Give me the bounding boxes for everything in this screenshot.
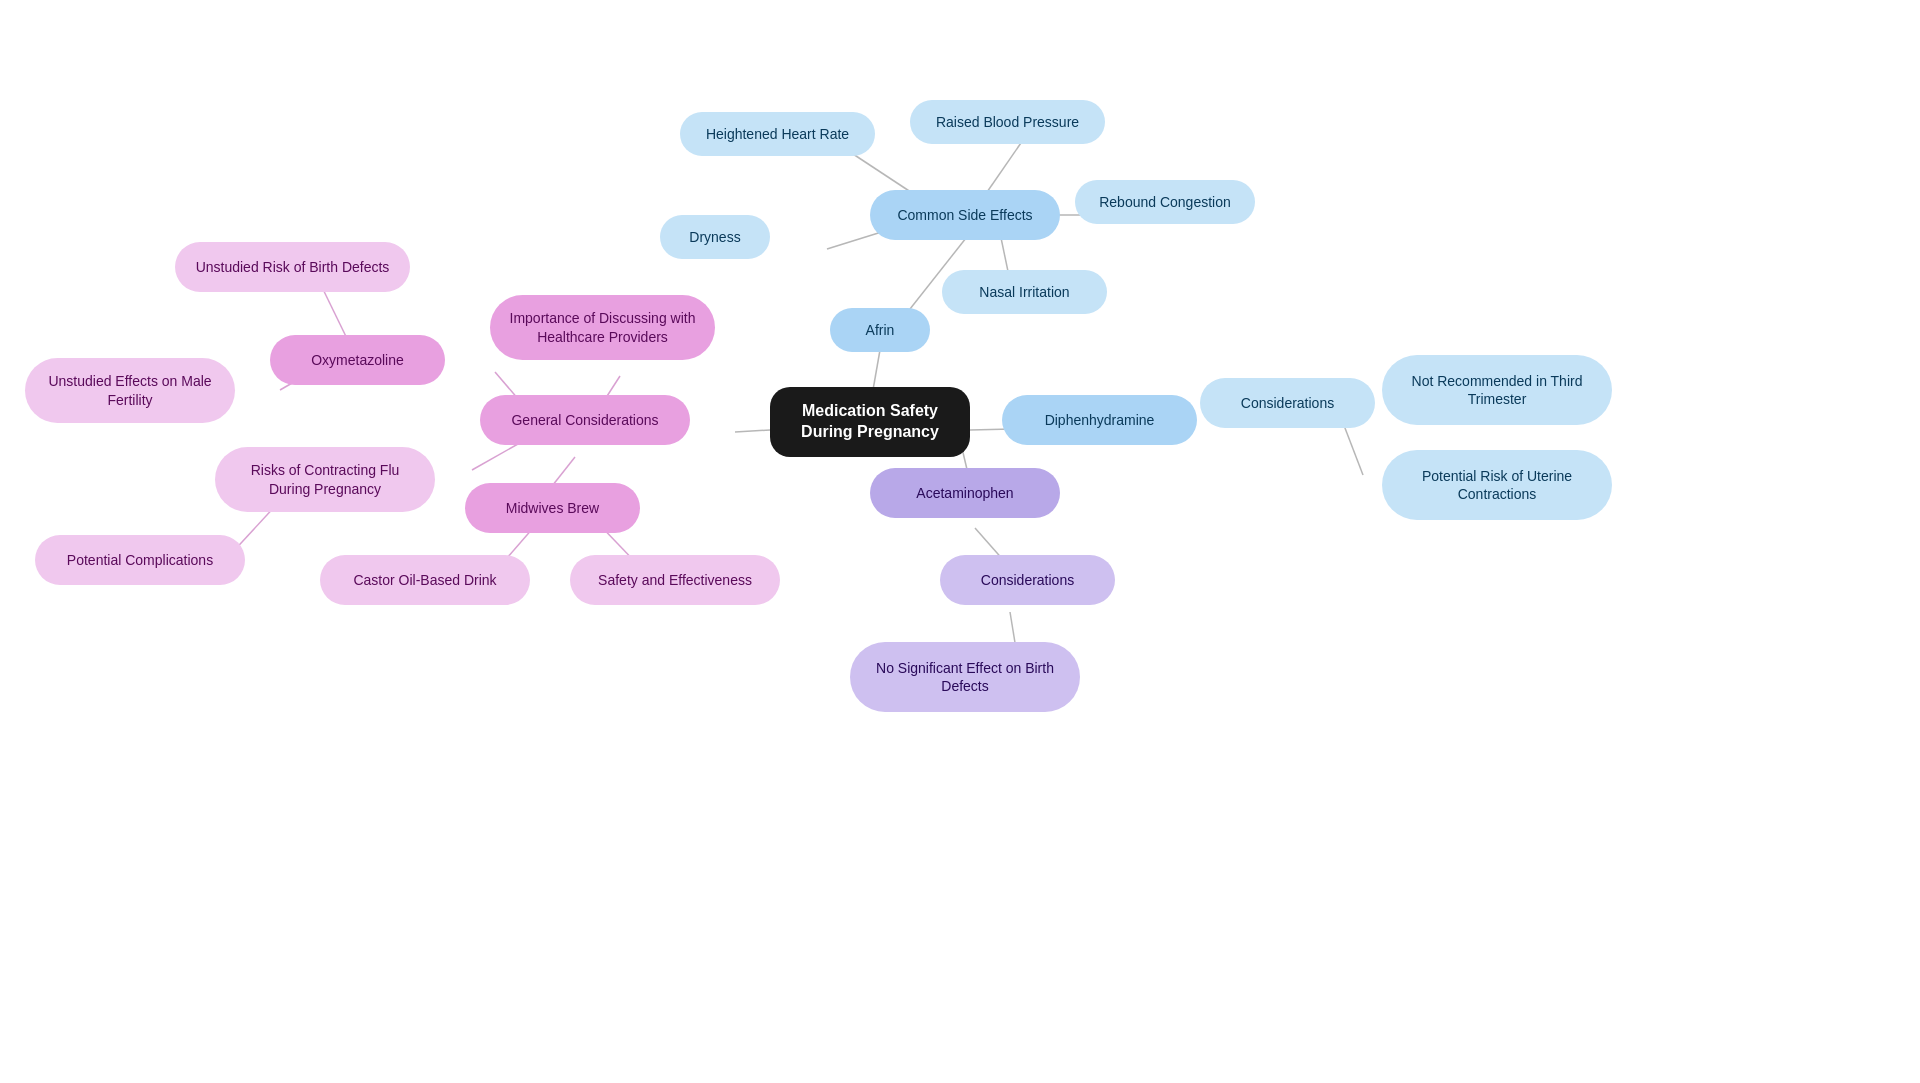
common-side-effects-label: Common Side Effects — [897, 206, 1032, 224]
diphenhydramine-label: Diphenhydramine — [1045, 411, 1155, 429]
unstudied-risk-birth-node: Unstudied Risk of Birth Defects — [175, 242, 410, 292]
potential-risk-uterine-node: Potential Risk of Uterine Contractions — [1382, 450, 1612, 520]
safety-effectiveness-label: Safety and Effectiveness — [598, 571, 752, 589]
mind-map-connections — [0, 0, 1920, 1083]
unstudied-male-fertility-node: Unstudied Effects on Male Fertility — [25, 358, 235, 423]
center-label: Medication Safety During Pregnancy — [788, 401, 952, 443]
potential-complications-node: Potential Complications — [35, 535, 245, 585]
unstudied-risk-birth-label: Unstudied Risk of Birth Defects — [196, 258, 390, 276]
considerations-acetaminophen-label: Considerations — [981, 571, 1074, 589]
importance-discussing-label: Importance of Discussing with Healthcare… — [508, 309, 697, 345]
nasal-irritation-label: Nasal Irritation — [979, 283, 1069, 301]
raised-blood-pressure-node: Raised Blood Pressure — [910, 100, 1105, 144]
nasal-irritation-node: Nasal Irritation — [942, 270, 1107, 314]
midwives-brew-node: Midwives Brew — [465, 483, 640, 533]
risks-contracting-node: Risks of Contracting Flu During Pregnanc… — [215, 447, 435, 512]
not-recommended-node: Not Recommended in Third Trimester — [1382, 355, 1612, 425]
no-significant-node: No Significant Effect on Birth Defects — [850, 642, 1080, 712]
considerations-diphenhydramine-node: Considerations — [1200, 378, 1375, 428]
castor-oil-node: Castor Oil-Based Drink — [320, 555, 530, 605]
no-significant-label: No Significant Effect on Birth Defects — [868, 659, 1062, 695]
svg-line-6 — [985, 140, 1023, 195]
general-considerations-node: General Considerations — [480, 395, 690, 445]
heightened-heart-rate-node: Heightened Heart Rate — [680, 112, 875, 156]
rebound-congestion-label: Rebound Congestion — [1099, 193, 1231, 211]
potential-complications-label: Potential Complications — [67, 551, 213, 569]
afrin-node: Afrin — [830, 308, 930, 352]
dryness-node: Dryness — [660, 215, 770, 259]
common-side-effects-node: Common Side Effects — [870, 190, 1060, 240]
safety-effectiveness-node: Safety and Effectiveness — [570, 555, 780, 605]
oxymetazoline-label: Oxymetazoline — [311, 351, 404, 369]
risks-contracting-label: Risks of Contracting Flu During Pregnanc… — [233, 461, 417, 497]
rebound-congestion-node: Rebound Congestion — [1075, 180, 1255, 224]
center-node: Medication Safety During Pregnancy — [770, 387, 970, 457]
oxymetazoline-node: Oxymetazoline — [270, 335, 445, 385]
midwives-brew-label: Midwives Brew — [506, 499, 599, 517]
acetaminophen-node: Acetaminophen — [870, 468, 1060, 518]
castor-oil-label: Castor Oil-Based Drink — [353, 571, 496, 589]
considerations-diphenhydramine-label: Considerations — [1241, 394, 1334, 412]
considerations-acetaminophen-node: Considerations — [940, 555, 1115, 605]
heightened-heart-rate-label: Heightened Heart Rate — [706, 125, 849, 143]
svg-line-3 — [735, 430, 770, 432]
not-recommended-label: Not Recommended in Third Trimester — [1400, 372, 1594, 408]
raised-blood-pressure-label: Raised Blood Pressure — [936, 113, 1079, 131]
unstudied-male-fertility-label: Unstudied Effects on Male Fertility — [43, 372, 217, 408]
importance-discussing-node: Importance of Discussing with Healthcare… — [490, 295, 715, 360]
potential-risk-uterine-label: Potential Risk of Uterine Contractions — [1400, 467, 1594, 503]
afrin-label: Afrin — [866, 321, 895, 339]
general-considerations-label: General Considerations — [511, 411, 658, 429]
dryness-label: Dryness — [689, 228, 740, 246]
acetaminophen-label: Acetaminophen — [916, 484, 1013, 502]
diphenhydramine-node: Diphenhydramine — [1002, 395, 1197, 445]
